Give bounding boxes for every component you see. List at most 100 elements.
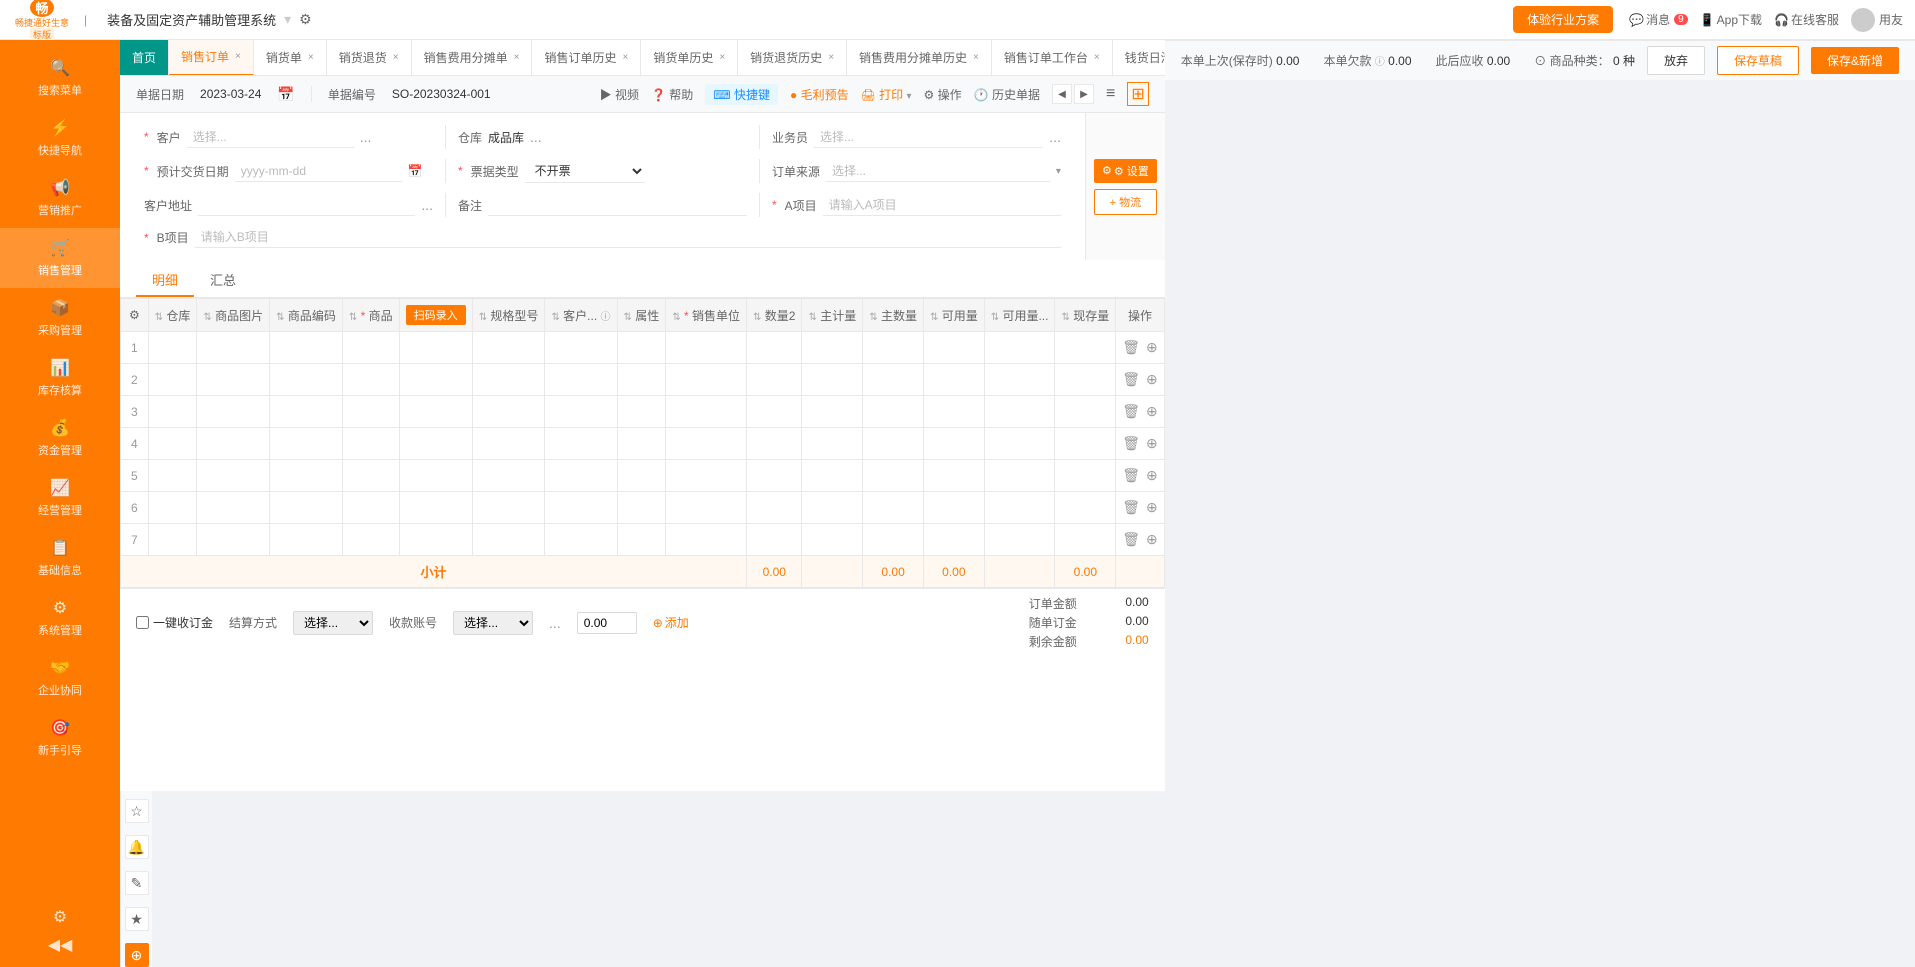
print-dropdown[interactable]: ▾ [907,91,912,102]
row-available-3[interactable] [923,396,984,428]
row-warehouse-6[interactable] [148,492,197,524]
add-btn[interactable]: ⊕ 添加 [653,614,689,631]
row-available-7[interactable] [923,524,984,556]
row-available2-5[interactable] [984,460,1055,492]
spec-sort-icon[interactable]: ⇅ [479,312,487,323]
row-product-7[interactable] [342,524,399,556]
current-sort-icon[interactable]: ⇅ [1061,312,1069,323]
row-available2-6[interactable] [984,492,1055,524]
row-unit-6[interactable] [666,492,747,524]
row-scan-1[interactable] [399,332,472,364]
history-btn[interactable]: 🕐 历史单据 [974,86,1040,103]
row-main-unit-1[interactable] [802,332,863,364]
sidebar-item-finance[interactable]: 💰 资金管理 [0,408,120,468]
row-spec-5[interactable] [472,460,545,492]
tab-return-history[interactable]: 销货退货历史 × [738,40,847,76]
row-attr-1[interactable] [617,332,666,364]
profit-btn[interactable]: ● 毛利预告 [790,86,849,103]
sidebar-item-enterprise[interactable]: 🤝 企业协同 [0,648,120,708]
row-product-2[interactable] [342,364,399,396]
row-current-5[interactable] [1055,460,1116,492]
tab-order-workbench[interactable]: 销售订单工作台 × [992,40,1113,76]
row-available-4[interactable] [923,428,984,460]
customer-address-input[interactable] [198,195,415,216]
shortcuts-btn[interactable]: ⌨ 快捷键 [705,84,778,105]
row-code-5[interactable] [270,460,343,492]
row-code-6[interactable] [270,492,343,524]
save-draft-btn[interactable]: 保存草稿 [1717,46,1799,75]
delete-icon-2[interactable]: 🗑 [1122,371,1140,388]
sidebar-collapse-icon[interactable]: ◀◀ [48,935,73,955]
main-unit-sort-icon[interactable]: ⇅ [808,312,816,323]
row-main-unit-7[interactable] [802,524,863,556]
one-click-payment-checkbox[interactable] [136,616,149,629]
row-product-5[interactable] [342,460,399,492]
row-code-1[interactable] [270,332,343,364]
tab-home[interactable]: 首页 [120,40,169,76]
page-next-btn[interactable]: ▶ [1074,84,1094,104]
row-warehouse-5[interactable] [148,460,197,492]
row-image-4[interactable] [197,428,270,460]
tab-daily-workbench[interactable]: 钱货日清工作台 × [1113,40,1165,76]
row-unit-2[interactable] [666,364,747,396]
amount-input[interactable] [577,612,637,634]
calendar-icon[interactable]: 📅 [277,86,294,103]
row-warehouse-1[interactable] [148,332,197,364]
attr-sort-icon[interactable]: ⇅ [624,312,632,323]
available-sort-icon[interactable]: ⇅ [930,312,938,323]
row-unit-4[interactable] [666,428,747,460]
sidebar-gear-icon[interactable]: ⚙ [53,907,67,927]
delete-icon-5[interactable]: 🗑 [1122,467,1140,484]
row-attr-5[interactable] [617,460,666,492]
right-panel-bell-icon[interactable]: 🔔 [125,835,149,859]
order-source-dropdown[interactable]: ▾ [1056,166,1061,177]
row-spec-3[interactable] [472,396,545,428]
row-warehouse-7[interactable] [148,524,197,556]
row-qty2-4[interactable] [747,428,802,460]
right-panel-edit-icon[interactable]: ✎ [125,871,149,895]
row-image-3[interactable] [197,396,270,428]
row-available2-3[interactable] [984,396,1055,428]
customer-dots-btn[interactable]: ... [360,129,372,145]
copy-icon-4[interactable]: ⊕ [1146,435,1158,452]
sidebar-item-inventory[interactable]: 📊 库存核算 [0,348,120,408]
customer-address-dots-btn[interactable]: ... [421,197,433,213]
sidebar-item-purchase[interactable]: 📦 采购管理 [0,288,120,348]
receipt-dots-btn[interactable]: ... [549,615,561,631]
row-image-5[interactable] [197,460,270,492]
delete-icon-3[interactable]: 🗑 [1122,403,1140,420]
row-main-qty-4[interactable] [863,428,924,460]
row-customer-code-7[interactable] [545,524,617,556]
note-input[interactable] [488,195,747,216]
add-material-btn[interactable]: + 物流 [1094,189,1157,215]
message-btn[interactable]: 💬 消息 9 [1629,11,1688,28]
one-click-payment-label[interactable]: 一键收订金 [136,614,213,631]
row-unit-3[interactable] [666,396,747,428]
row-main-qty-6[interactable] [863,492,924,524]
delete-icon-1[interactable]: 🗑 [1122,339,1140,356]
row-scan-5[interactable] [399,460,472,492]
salesperson-input[interactable] [814,127,1043,148]
delete-icon-7[interactable]: 🗑 [1122,531,1140,548]
row-attr-7[interactable] [617,524,666,556]
operations-btn[interactable]: ⚙ 操作 [924,86,962,103]
row-main-unit-5[interactable] [802,460,863,492]
code-sort-icon[interactable]: ⇅ [276,312,284,323]
print-btn[interactable]: 🖨 打印 ▾ [861,86,912,103]
industry-btn[interactable]: 体验行业方案 [1513,6,1613,33]
product-sort-icon[interactable]: ⇅ [349,312,357,323]
row-attr-3[interactable] [617,396,666,428]
tab-sales-invoice[interactable]: 销货单 × [254,40,327,76]
sidebar-item-base-info[interactable]: 📋 基础信息 [0,528,120,588]
sidebar-item-system[interactable]: ⚙ 系统管理 [0,588,120,648]
row-qty2-2[interactable] [747,364,802,396]
copy-icon-1[interactable]: ⊕ [1146,339,1158,356]
row-available2-4[interactable] [984,428,1055,460]
row-product-4[interactable] [342,428,399,460]
row-code-3[interactable] [270,396,343,428]
row-spec-6[interactable] [472,492,545,524]
row-current-1[interactable] [1055,332,1116,364]
row-code-2[interactable] [270,364,343,396]
row-attr-2[interactable] [617,364,666,396]
online-service-btn[interactable]: 🎧 在线客服 [1774,11,1839,28]
